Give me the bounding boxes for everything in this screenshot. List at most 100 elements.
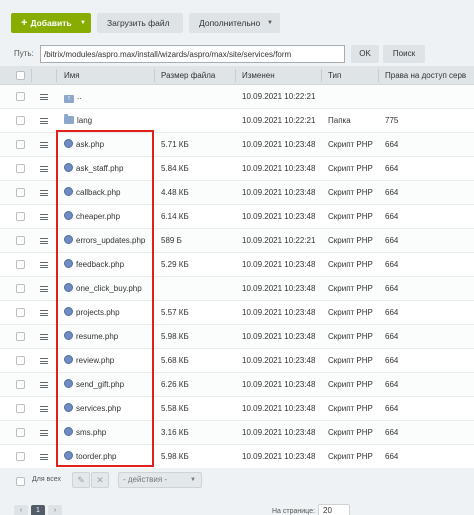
file-name[interactable]: .. [77,92,81,101]
file-name[interactable]: resume.php [76,332,118,341]
row-menu-icon[interactable] [40,94,48,100]
row-menu-icon[interactable] [40,358,48,364]
row-menu-icon[interactable] [40,238,48,244]
file-name-cell[interactable]: lang [64,109,92,133]
table-row[interactable]: one_click_buy.php 10.09.2021 10:23:48 Скри… [0,277,474,301]
file-name[interactable]: services.php [76,404,121,413]
row-checkbox[interactable] [16,380,25,389]
row-menu-icon[interactable] [40,118,48,124]
table-row[interactable]: lang 10.09.2021 10:22:21 Папка 775 [0,109,474,133]
row-menu-icon[interactable] [40,166,48,172]
row-checkbox[interactable] [16,188,25,197]
file-name-cell[interactable]: send_gift.php [64,373,124,397]
delete-icon[interactable]: ✕ [91,472,109,488]
row-checkbox[interactable] [16,164,25,173]
table-row[interactable]: projects.php 5.57 КБ 10.09.2021 10:23:48 Ск… [0,301,474,325]
file-name[interactable]: ask.php [76,140,104,149]
pager-next-button[interactable]: › [48,505,62,515]
file-name-cell[interactable]: ↑.. [64,85,81,109]
row-menu-icon[interactable] [40,190,48,196]
search-button[interactable]: Поиск [383,45,425,63]
row-checkbox[interactable] [16,332,25,341]
file-name-cell[interactable]: ask.php [64,133,104,157]
file-name-cell[interactable]: callback.php [64,181,120,205]
row-checkbox[interactable] [16,140,25,149]
file-name[interactable]: ask_staff.php [76,164,123,173]
select-all-footer-checkbox[interactable] [16,477,25,486]
file-name[interactable]: sms.php [76,428,106,437]
file-name-cell[interactable]: projects.php [64,301,120,325]
more-button[interactable]: Дополнительно ▼ [189,13,280,33]
row-checkbox[interactable] [16,212,25,221]
file-name-cell[interactable]: review.php [64,349,114,373]
table-row[interactable]: sms.php 3.16 КБ 10.09.2021 10:23:48 Скрипт … [0,421,474,445]
row-checkbox[interactable] [16,428,25,437]
pager-prev-button[interactable]: ‹ [14,505,28,515]
row-checkbox[interactable] [16,260,25,269]
row-checkbox[interactable] [16,356,25,365]
row-menu-icon[interactable] [40,406,48,412]
file-name-cell[interactable]: services.php [64,397,121,421]
file-name[interactable]: feedback.php [76,260,124,269]
column-type[interactable]: Тип [328,66,376,85]
column-modified[interactable]: Изменен [242,66,318,85]
file-name[interactable]: callback.php [76,188,120,197]
add-button[interactable]: + Добавить ▼ [11,13,91,33]
ok-button[interactable]: OK [351,45,379,63]
table-row[interactable]: feedback.php 5.29 КБ 10.09.2021 10:23:48 Ск… [0,253,474,277]
file-name-cell[interactable]: sms.php [64,421,106,445]
table-row[interactable]: services.php 5.58 КБ 10.09.2021 10:23:48 Ск… [0,397,474,421]
file-name-cell[interactable]: feedback.php [64,253,124,277]
file-name-cell[interactable]: errors_updates.php [64,229,145,253]
row-checkbox[interactable] [16,236,25,245]
row-menu-icon[interactable] [40,310,48,316]
file-name[interactable]: send_gift.php [76,380,124,389]
file-name[interactable]: lang [77,116,92,125]
file-name[interactable]: cheaper.php [76,212,120,221]
edit-icon[interactable]: ✎ [72,472,90,488]
table-row[interactable]: review.php 5.68 КБ 10.09.2021 10:23:48 Скри… [0,349,474,373]
table-row[interactable]: errors_updates.php 589 Б 10.09.2021 10:22:… [0,229,474,253]
row-checkbox[interactable] [16,116,25,125]
path-input[interactable] [40,45,345,63]
column-size[interactable]: Размер файла [161,66,235,85]
row-menu-icon[interactable] [40,454,48,460]
file-name[interactable]: errors_updates.php [76,236,145,245]
action-select[interactable]: - действия - ▼ [118,472,202,488]
upload-file-button[interactable]: Загрузить файл [97,13,183,33]
table-row[interactable]: ask.php 5.71 КБ 10.09.2021 10:23:48 Скрипт … [0,133,474,157]
file-name-cell[interactable]: cheaper.php [64,205,120,229]
row-checkbox[interactable] [16,452,25,461]
file-name-cell[interactable]: toorder.php [64,445,116,469]
file-name[interactable]: review.php [76,356,114,365]
select-all-checkbox[interactable] [16,71,25,80]
file-name-cell[interactable]: one_click_buy.php [64,277,142,301]
table-row[interactable]: cheaper.php 6.14 КБ 10.09.2021 10:23:48 Скр… [0,205,474,229]
row-checkbox[interactable] [16,92,25,101]
file-name[interactable]: projects.php [76,308,120,317]
row-menu-icon[interactable] [40,286,48,292]
file-name-cell[interactable]: ask_staff.php [64,157,123,181]
table-row[interactable]: toorder.php 5.98 КБ 10.09.2021 10:23:48 Скр… [0,445,474,469]
row-checkbox[interactable] [16,308,25,317]
file-name-cell[interactable]: resume.php [64,325,118,349]
row-checkbox[interactable] [16,284,25,293]
row-menu-icon[interactable] [40,142,48,148]
file-name[interactable]: toorder.php [76,452,116,461]
row-menu-icon[interactable] [40,430,48,436]
table-row[interactable]: callback.php 4.48 КБ 10.09.2021 10:23:48 Ск… [0,181,474,205]
table-row[interactable]: send_gift.php 6.26 КБ 10.09.2021 10:23:48 С… [0,373,474,397]
row-menu-icon[interactable] [40,214,48,220]
table-row[interactable]: ask_staff.php 5.84 КБ 10.09.2021 10:23:48 С… [0,157,474,181]
row-menu-icon[interactable] [40,382,48,388]
row-menu-icon[interactable] [40,334,48,340]
row-menu-icon[interactable] [40,262,48,268]
pager-current-page[interactable]: 1 [31,505,45,515]
column-rights[interactable]: Права на доступ серв [385,66,474,85]
table-row[interactable]: resume.php 5.98 КБ 10.09.2021 10:23:48 Скри… [0,325,474,349]
per-page-select[interactable]: 20 [318,504,350,515]
row-checkbox[interactable] [16,404,25,413]
column-name[interactable]: Имя [64,66,154,85]
table-row[interactable]: ↑.. 10.09.2021 10:22:21 [0,85,474,109]
file-name[interactable]: one_click_buy.php [76,284,142,293]
